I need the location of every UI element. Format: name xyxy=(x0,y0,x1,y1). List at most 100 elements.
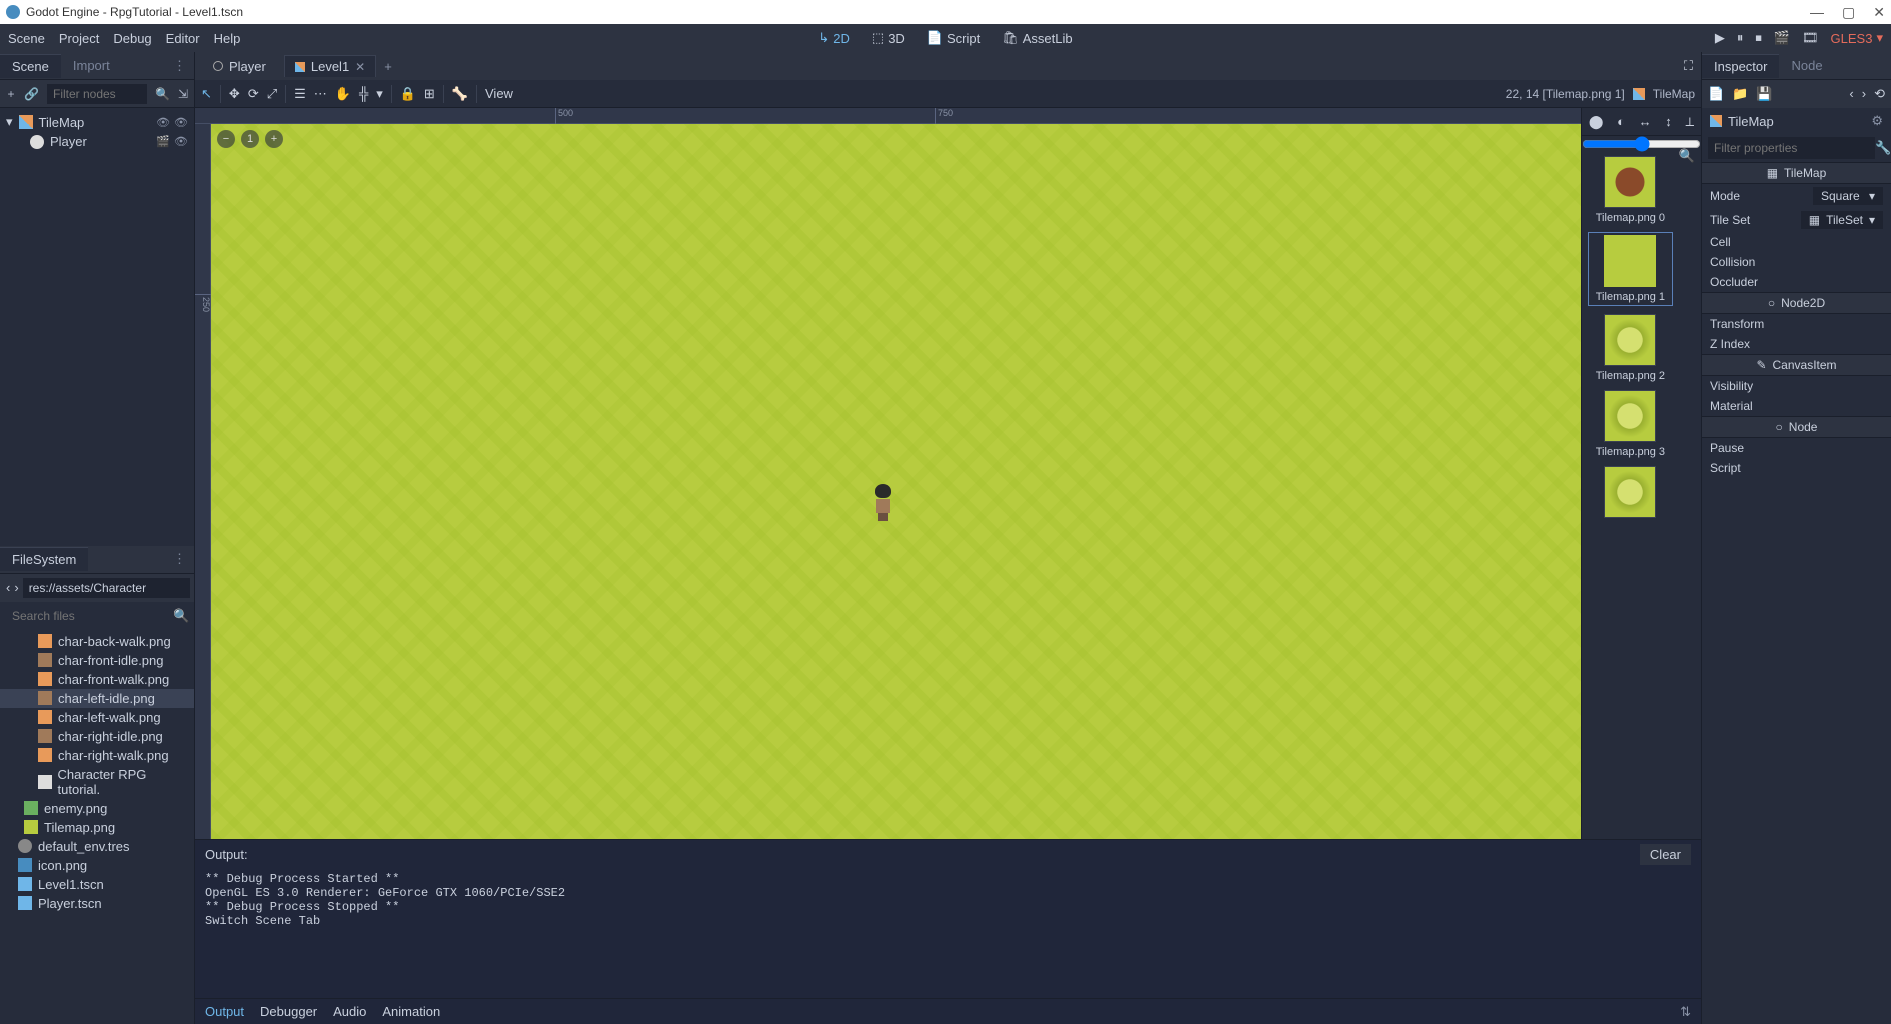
tab-filesystem[interactable]: FileSystem xyxy=(0,547,88,571)
search-icon[interactable]: 🔍 xyxy=(155,84,170,104)
workspace-assetlib[interactable]: 🛍 AssetLib xyxy=(996,28,1078,48)
prop-occluder[interactable]: Occluder xyxy=(1702,272,1891,292)
renderer-dropdown[interactable]: GLES3 ▾ xyxy=(1831,30,1883,46)
clear-output-button[interactable]: Clear xyxy=(1640,844,1691,865)
maximize-button[interactable]: ▢ xyxy=(1842,4,1855,21)
file-item[interactable]: icon.png xyxy=(0,856,194,875)
prop-visibility[interactable]: Visibility xyxy=(1702,376,1891,396)
bone-icon[interactable]: 🦴 xyxy=(452,86,468,102)
picker-tool-icon[interactable]: ⟂ xyxy=(1685,114,1694,130)
menu-project[interactable]: Project xyxy=(59,31,99,46)
visibility-icon[interactable]: 👁 xyxy=(174,135,188,148)
open-scene-icon[interactable]: 🎬 xyxy=(156,135,170,148)
new-resource-icon[interactable]: 📄 xyxy=(1708,86,1724,102)
select-tool-icon[interactable]: ↖ xyxy=(201,86,212,102)
scene-tab-player[interactable]: Player xyxy=(203,56,276,77)
expand-bottom-icon[interactable]: ⇅ xyxy=(1680,1004,1691,1020)
close-tab-button[interactable]: ✕ xyxy=(355,60,365,74)
lock-icon[interactable]: 👁 xyxy=(174,116,188,129)
file-item[interactable]: default_env.tres xyxy=(0,837,194,856)
tile-item-2[interactable]: Tilemap.png 2 xyxy=(1588,314,1673,382)
prop-tileset[interactable]: Tile Set▦ TileSet ▾ xyxy=(1702,208,1891,232)
tile-item-3[interactable]: Tilemap.png 3 xyxy=(1588,390,1673,458)
node-tilemap[interactable]: ▾ TileMap 👁👁 xyxy=(0,112,194,132)
history-forward-icon[interactable]: › xyxy=(1862,86,1866,102)
bottom-tab-debugger[interactable]: Debugger xyxy=(260,1004,317,1019)
menu-help[interactable]: Help xyxy=(214,31,241,46)
menu-editor[interactable]: Editor xyxy=(166,31,200,46)
file-item[interactable]: Tilemap.png xyxy=(0,818,194,837)
tab-scene[interactable]: Scene xyxy=(0,54,61,78)
section-node2d[interactable]: ○ Node2D xyxy=(1702,292,1891,314)
minimize-button[interactable]: — xyxy=(1810,4,1824,21)
file-item[interactable]: char-front-walk.png xyxy=(0,670,194,689)
path-input[interactable] xyxy=(23,578,190,598)
add-scene-button[interactable]: + xyxy=(384,59,392,74)
snap-icon[interactable]: ▾ xyxy=(376,86,383,102)
group-icon[interactable]: ⊞ xyxy=(424,86,435,102)
play-button[interactable]: ▶ xyxy=(1715,30,1725,46)
file-item[interactable]: Player.tscn xyxy=(0,894,194,913)
node-player[interactable]: Player 🎬👁 xyxy=(0,132,194,151)
bottom-tab-audio[interactable]: Audio xyxy=(333,1004,366,1019)
output-log[interactable]: ** Debug Process Started ** OpenGL ES 3.… xyxy=(195,868,1701,998)
tab-inspector[interactable]: Inspector xyxy=(1702,54,1779,78)
save-resource-icon[interactable]: 💾 xyxy=(1756,86,1772,102)
scene-tab-level1[interactable]: Level1✕ xyxy=(284,55,376,77)
section-tilemap[interactable]: ▦ TileMap xyxy=(1702,162,1891,184)
link-icon[interactable]: 🔗 xyxy=(24,84,39,104)
view-menu[interactable]: View xyxy=(485,86,513,101)
paint-tool-icon[interactable]: ⬤ xyxy=(1589,114,1604,130)
tile-item-1[interactable]: Tilemap.png 1 xyxy=(1588,232,1673,306)
bucket-tool-icon[interactable]: ◐ xyxy=(1617,114,1625,129)
lock-icon[interactable]: 🔒 xyxy=(400,86,416,102)
file-item[interactable]: char-right-walk.png xyxy=(0,746,194,765)
line-tool-icon[interactable]: ↔ xyxy=(1639,114,1652,129)
chevron-down-icon[interactable]: ▾ xyxy=(1869,213,1875,227)
workspace-2d[interactable]: ↳ 2D xyxy=(812,28,856,48)
zoom-reset-button[interactable]: 1 xyxy=(241,130,259,148)
pan-tool-icon[interactable]: ✋ xyxy=(335,86,351,102)
prop-collision[interactable]: Collision xyxy=(1702,252,1891,272)
object-options-icon[interactable]: ⚙ xyxy=(1871,113,1883,129)
play-custom-button[interactable]: 🎞 xyxy=(1802,30,1819,46)
prop-material[interactable]: Material xyxy=(1702,396,1891,416)
pause-button[interactable]: ⏸ xyxy=(1737,30,1744,46)
viewport-2d[interactable]: 500 750 250 − 1 + xyxy=(195,108,1581,839)
tools-icon[interactable]: 🔧 xyxy=(1875,140,1891,156)
dock-options-icon[interactable]: ⋮ xyxy=(165,551,194,567)
forward-button[interactable]: › xyxy=(14,580,18,595)
section-node[interactable]: ○ Node xyxy=(1702,416,1891,438)
bottom-tab-animation[interactable]: Animation xyxy=(382,1004,440,1019)
file-item[interactable]: Level1.tscn xyxy=(0,875,194,894)
file-item[interactable]: char-front-idle.png xyxy=(0,651,194,670)
prop-zindex[interactable]: Z Index xyxy=(1702,334,1891,354)
history-back-icon[interactable]: ‹ xyxy=(1849,86,1853,102)
scale-tool-icon[interactable]: ⤢ xyxy=(267,86,277,102)
tile-item-4[interactable] xyxy=(1588,466,1673,522)
move-tool-icon[interactable]: ✥ xyxy=(229,86,240,102)
filter-nodes-input[interactable] xyxy=(47,84,147,104)
collapse-icon[interactable]: ⇲ xyxy=(178,84,188,104)
workspace-script[interactable]: 📄 Script xyxy=(921,28,986,48)
ruler-tool-icon[interactable]: ╬ xyxy=(359,86,368,101)
back-button[interactable]: ‹ xyxy=(6,580,10,595)
snap-options-icon[interactable]: ⋯ xyxy=(314,86,327,102)
prop-mode[interactable]: ModeSquare ▾ xyxy=(1702,184,1891,208)
file-item-selected[interactable]: char-left-idle.png xyxy=(0,689,194,708)
prop-transform[interactable]: Transform xyxy=(1702,314,1891,334)
prop-cell[interactable]: Cell xyxy=(1702,232,1891,252)
prop-script[interactable]: Script xyxy=(1702,458,1891,478)
filesystem-search-input[interactable] xyxy=(6,606,173,626)
dock-options-icon[interactable]: ⋮ xyxy=(165,58,194,74)
zoom-in-button[interactable]: + xyxy=(265,130,283,148)
filter-properties-input[interactable] xyxy=(1708,137,1875,159)
file-item[interactable]: char-left-walk.png xyxy=(0,708,194,727)
menu-scene[interactable]: Scene xyxy=(8,31,45,46)
tile-item-0[interactable]: Tilemap.png 0 xyxy=(1588,156,1673,224)
chevron-down-icon[interactable]: ▾ xyxy=(1869,189,1875,203)
rotate-tool-icon[interactable]: ⟳ xyxy=(248,86,259,102)
load-resource-icon[interactable]: 📁 xyxy=(1732,86,1748,102)
visibility-icon[interactable]: 👁 xyxy=(156,116,170,129)
bottom-tab-output[interactable]: Output xyxy=(205,1004,244,1019)
